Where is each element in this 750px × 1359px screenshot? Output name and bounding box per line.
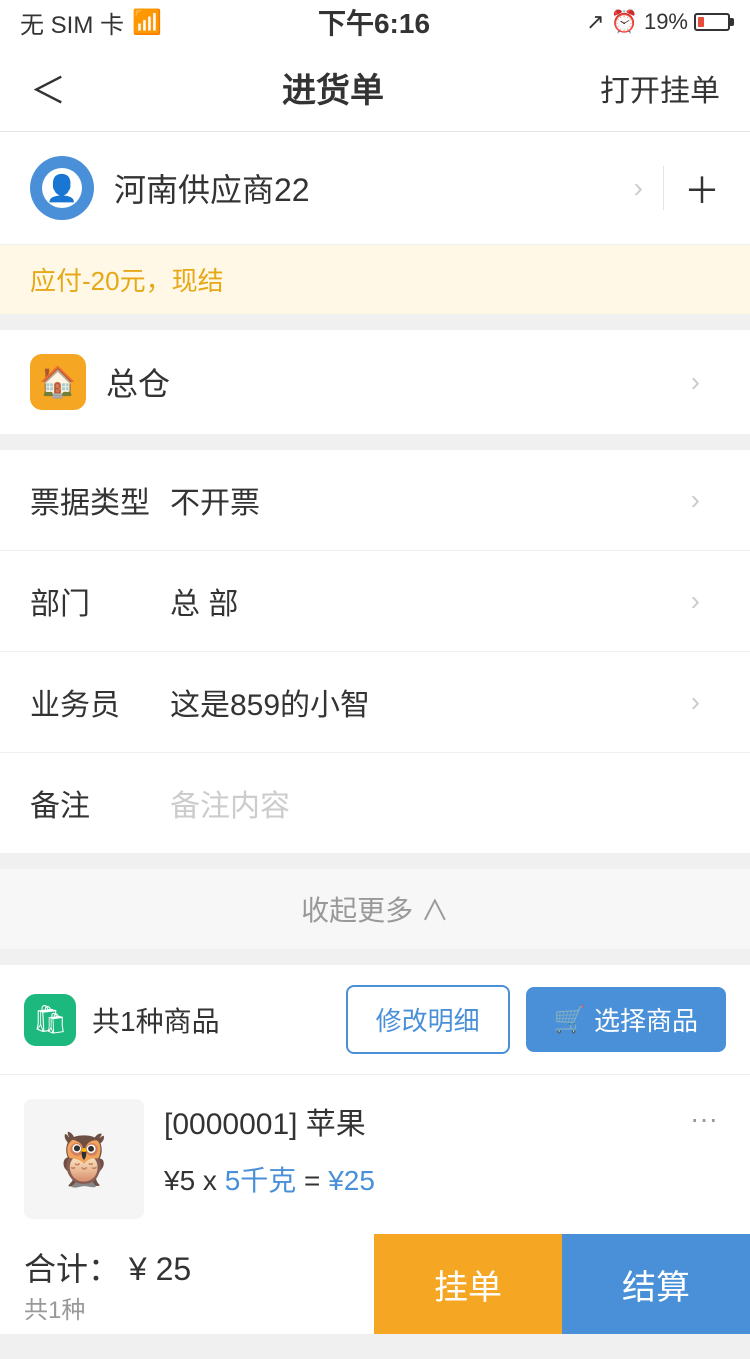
add-supplier-button[interactable]: ＋: [684, 162, 720, 214]
wifi-icon: 📶: [132, 8, 162, 37]
footer-total: 合计： ¥ 25 共1种: [0, 1244, 374, 1325]
product-code: [0000001] 苹果: [164, 1108, 366, 1141]
form-section: 票据类型 不开票 › 部门 总 部 › 业务员 这是859的小智 › 备注 备注…: [0, 450, 750, 853]
product-section: 🛍 共1种商品 修改明细 🛒 选择商品 🦉 [0000001] 苹果 ¥5 x …: [0, 965, 750, 1243]
supplier-row[interactable]: 👤 河南供应商22 › ＋: [0, 132, 750, 245]
supplier-avatar: 👤: [30, 156, 94, 220]
product-count-icon: 🛍: [24, 994, 76, 1046]
supplier-chevron-icon: ›: [634, 172, 643, 204]
salesperson-chevron: ›: [691, 686, 700, 718]
department-label: 部门: [30, 579, 170, 623]
supplier-name: 河南供应商22: [114, 165, 634, 211]
product-equals: =: [296, 1165, 328, 1196]
supplier-notice: 应付-20元，现结: [0, 245, 750, 314]
footer-amount: 合计： ¥ 25: [24, 1244, 350, 1290]
warehouse-icon-symbol: 🏠: [39, 365, 76, 400]
warehouse-section: 🏠 总仓 ›: [0, 330, 750, 434]
invoice-type-row[interactable]: 票据类型 不开票 ›: [0, 450, 750, 551]
checkout-button[interactable]: 结算: [562, 1234, 750, 1334]
remark-row[interactable]: 备注 备注内容: [0, 753, 750, 853]
location-icon: ↗: [586, 9, 604, 35]
battery-percent: 19%: [644, 9, 688, 35]
product-price: ¥5 x 5千克 = ¥25: [164, 1159, 682, 1199]
select-product-button[interactable]: 🛒 选择商品: [526, 987, 726, 1052]
invoice-type-label: 票据类型: [30, 478, 170, 522]
edit-detail-button[interactable]: 修改明细: [346, 985, 510, 1054]
avatar-icon: 👤: [42, 168, 82, 208]
salesperson-value: 这是859的小智: [170, 680, 691, 724]
product-bag-icon: 🛍: [32, 1003, 68, 1036]
select-product-icon: 🛒: [554, 1004, 586, 1035]
invoice-type-chevron: ›: [691, 484, 700, 516]
department-row[interactable]: 部门 总 部 ›: [0, 551, 750, 652]
footer-total-label: 合计：: [24, 1251, 120, 1287]
status-right: ↗ ⏰ 19%: [586, 9, 730, 35]
page-title: 进货单: [282, 63, 384, 112]
invoice-type-value: 不开票: [170, 478, 691, 522]
product-thumbnail: 🦉: [24, 1099, 144, 1219]
status-time: 下午6:16: [318, 2, 430, 42]
battery-fill: [698, 17, 704, 27]
product-header: 🛍 共1种商品 修改明细 🛒 选择商品: [0, 965, 750, 1075]
product-item: 🦉 [0000001] 苹果 ¥5 x 5千克 = ¥25 ···: [0, 1075, 750, 1243]
select-product-label: 选择商品: [594, 1001, 698, 1038]
salesperson-row[interactable]: 业务员 这是859的小智 ›: [0, 652, 750, 753]
battery-icon: [694, 13, 730, 31]
product-quantity: 5千克: [225, 1165, 297, 1196]
salesperson-label: 业务员: [30, 680, 170, 724]
warehouse-icon: 🏠: [30, 354, 86, 410]
supplier-divider: [663, 166, 664, 210]
remark-label: 备注: [30, 781, 170, 825]
nav-bar: ＜ 进货单 打开挂单: [0, 44, 750, 132]
warehouse-name: 总仓: [106, 359, 691, 405]
footer-total-amount: ¥ 25: [129, 1251, 191, 1287]
product-total-price: ¥25: [328, 1165, 375, 1196]
collapse-button[interactable]: 收起更多 ∧: [0, 869, 750, 949]
remark-placeholder: 备注内容: [170, 781, 720, 825]
hang-order-button[interactable]: 挂单: [374, 1234, 562, 1334]
carrier-text: 无 SIM 卡: [20, 5, 124, 40]
back-button[interactable]: ＜: [30, 62, 66, 114]
department-value: 总 部: [170, 579, 691, 623]
alarm-icon: ⏰: [611, 9, 638, 35]
product-name: [0000001] 苹果: [164, 1099, 682, 1143]
footer: 合计： ¥ 25 共1种 挂单 结算: [0, 1234, 750, 1334]
status-left: 无 SIM 卡 📶: [20, 5, 162, 40]
product-more-button[interactable]: ···: [682, 1099, 726, 1139]
department-chevron: ›: [691, 585, 700, 617]
open-hang-button[interactable]: 打开挂单: [600, 66, 720, 110]
product-info: [0000001] 苹果 ¥5 x 5千克 = ¥25: [164, 1099, 682, 1199]
product-unit-price: ¥5 x: [164, 1165, 225, 1196]
warehouse-chevron-icon: ›: [691, 366, 700, 398]
product-count-text: 共1种商品: [92, 1000, 346, 1040]
warehouse-row[interactable]: 🏠 总仓 ›: [0, 330, 750, 434]
supplier-section: 👤 河南供应商22 › ＋ 应付-20元，现结: [0, 132, 750, 314]
product-thumb-icon: 🦉: [52, 1129, 117, 1190]
status-bar: 无 SIM 卡 📶 下午6:16 ↗ ⏰ 19%: [0, 0, 750, 44]
footer-count: 共1种: [24, 1290, 350, 1325]
